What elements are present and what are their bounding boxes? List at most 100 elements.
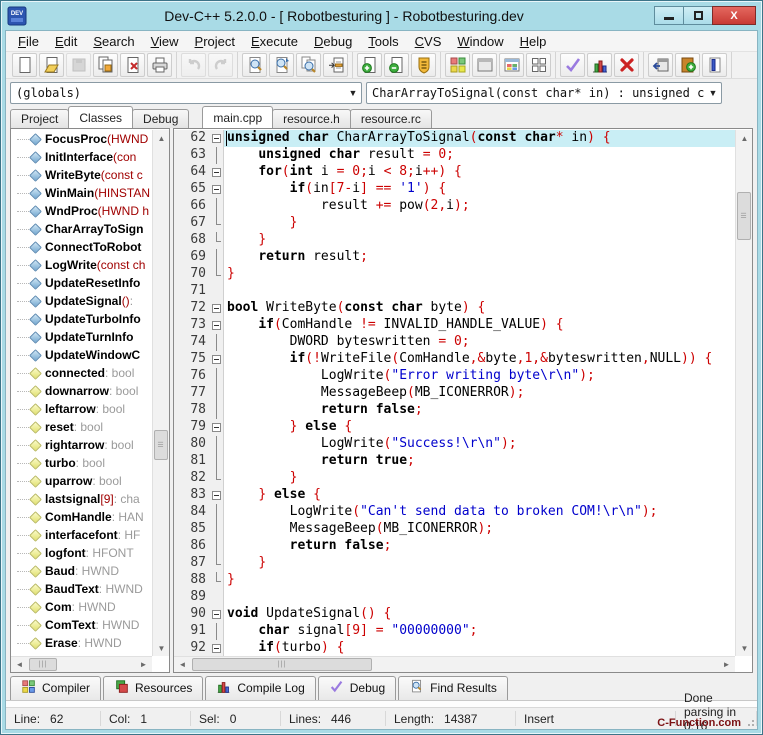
chevron-down-icon[interactable]: ▼ xyxy=(705,88,721,98)
fold-collapse-icon[interactable] xyxy=(210,317,224,334)
editor-vscroll-thumb[interactable]: ☰ xyxy=(737,192,751,240)
output-tab-resources[interactable]: Resources xyxy=(103,676,204,700)
code-line-90[interactable]: 90 void UpdateSignal() { xyxy=(174,606,735,623)
tree-item[interactable]: UpdateWindowC xyxy=(17,346,152,364)
tree-item[interactable]: uparrow : bool xyxy=(17,472,152,490)
code-line-85[interactable]: 85 MessageBeep(MB_ICONERROR); xyxy=(174,521,735,538)
window-prev-button[interactable] xyxy=(648,53,673,77)
compile-run-button[interactable] xyxy=(499,53,524,77)
tree-item[interactable]: ConnectToRobot xyxy=(17,238,152,256)
file-tab-main-cpp[interactable]: main.cpp xyxy=(202,106,274,128)
output-tab-compile-log[interactable]: Compile Log xyxy=(205,676,316,700)
file-tab-resource-h[interactable]: resource.h xyxy=(272,109,351,128)
save-all-button[interactable] xyxy=(93,53,118,77)
code-line-65[interactable]: 65 if(in[7-i] == '1') { xyxy=(174,181,735,198)
tree-item[interactable]: UpdateSignal () : xyxy=(17,292,152,310)
tree-item[interactable]: UpdateTurnInfo xyxy=(17,328,152,346)
code-line-92[interactable]: 92 if(turbo) { xyxy=(174,640,735,656)
new-source-button[interactable] xyxy=(357,53,382,77)
code-line-81[interactable]: 81 return true; xyxy=(174,453,735,470)
scroll-right-icon[interactable]: ► xyxy=(135,657,152,673)
code-line-64[interactable]: 64 for(int i = 0;i < 8;i++) { xyxy=(174,164,735,181)
code-line-69[interactable]: 69 return result; xyxy=(174,249,735,266)
editor-vertical-scrollbar[interactable]: ▲ ☰ ▼ xyxy=(735,130,752,656)
code-line-76[interactable]: 76 LogWrite("Error writing byte\r\n"); xyxy=(174,368,735,385)
code-line-77[interactable]: 77 MessageBeep(MB_ICONERROR); xyxy=(174,385,735,402)
compile-button[interactable] xyxy=(445,53,470,77)
profile-button[interactable] xyxy=(587,53,612,77)
tree-hscroll-thumb[interactable]: ||| xyxy=(29,658,57,671)
fold-collapse-icon[interactable] xyxy=(210,130,224,147)
tree-item[interactable]: WriteByte (const c xyxy=(17,166,152,184)
tree-item[interactable]: UpdateTurboInfo xyxy=(17,310,152,328)
abort-button[interactable] xyxy=(614,53,639,77)
code-line-71[interactable]: 71 xyxy=(174,283,735,300)
code-line-88[interactable]: 88} xyxy=(174,572,735,589)
fold-collapse-icon[interactable] xyxy=(210,606,224,623)
scroll-left-icon[interactable]: ◄ xyxy=(174,657,191,673)
add-file-button[interactable] xyxy=(675,53,700,77)
menu-file[interactable]: File xyxy=(10,32,47,51)
replace-button[interactable] xyxy=(269,53,294,77)
tree-vscroll-thumb[interactable]: ☰ xyxy=(154,429,168,460)
tree-item[interactable]: UpdateResetInfo xyxy=(17,274,152,292)
menu-project[interactable]: Project xyxy=(187,32,243,51)
tree-item[interactable]: WinMain (HINSTAN xyxy=(17,184,152,202)
editor-hscroll-thumb[interactable]: ||| xyxy=(192,658,372,671)
code-line-72[interactable]: 72 bool WriteByte(const char byte) { xyxy=(174,300,735,317)
code-line-78[interactable]: 78 return false; xyxy=(174,402,735,419)
tree-item[interactable]: downarrow : bool xyxy=(17,382,152,400)
tree-item[interactable]: LogWrite (const ch xyxy=(17,256,152,274)
editor-horizontal-scrollbar[interactable]: ◄ ||| ► xyxy=(174,656,735,672)
code-line-66[interactable]: 66 result += pow(2,i); xyxy=(174,198,735,215)
fold-collapse-icon[interactable] xyxy=(210,640,224,656)
scroll-down-icon[interactable]: ▼ xyxy=(736,640,752,656)
new-file-button[interactable] xyxy=(12,53,37,77)
tree-vertical-scrollbar[interactable]: ▲ ☰ ▼ xyxy=(152,130,169,656)
code-line-91[interactable]: 91 char signal[9] = "00000000"; xyxy=(174,623,735,640)
file-tab-resource-rc[interactable]: resource.rc xyxy=(349,109,432,128)
fold-collapse-icon[interactable] xyxy=(210,181,224,198)
fold-collapse-icon[interactable] xyxy=(210,300,224,317)
syntax-check-button[interactable] xyxy=(560,53,585,77)
fold-collapse-icon[interactable] xyxy=(210,351,224,368)
fold-collapse-icon[interactable] xyxy=(210,419,224,436)
code-line-75[interactable]: 75 if(!WriteFile(ComHandle,&byte,1,&byte… xyxy=(174,351,735,368)
close-file-button[interactable] xyxy=(120,53,145,77)
scroll-left-icon[interactable]: ◄ xyxy=(11,657,28,673)
menu-tools[interactable]: Tools xyxy=(360,32,406,51)
tree-item[interactable]: InitInterface (con xyxy=(17,148,152,166)
scroll-up-icon[interactable]: ▲ xyxy=(736,130,752,146)
code-line-79[interactable]: 79 } else { xyxy=(174,419,735,436)
tree-item[interactable]: Erase : HWND xyxy=(17,634,152,652)
tree-item[interactable]: CharArrayToSign xyxy=(17,220,152,238)
tree-item[interactable]: leftarrow : bool xyxy=(17,400,152,418)
remove-source-button[interactable] xyxy=(384,53,409,77)
tree-item[interactable]: ComHandle : HAN xyxy=(17,508,152,526)
scroll-up-icon[interactable]: ▲ xyxy=(153,130,169,146)
menu-execute[interactable]: Execute xyxy=(243,32,306,51)
find-in-files-button[interactable] xyxy=(296,53,321,77)
scroll-down-icon[interactable]: ▼ xyxy=(153,640,169,656)
menu-view[interactable]: View xyxy=(143,32,187,51)
code-line-62[interactable]: 62 unsigned char CharArrayToSignal(const … xyxy=(174,130,735,147)
tree-item[interactable]: WndProc (HWND h xyxy=(17,202,152,220)
find-button[interactable] xyxy=(242,53,267,77)
tree-item[interactable]: logfont : HFONT xyxy=(17,544,152,562)
output-tab-debug[interactable]: Debug xyxy=(317,676,397,700)
code-line-74[interactable]: 74 DWORD byteswritten = 0; xyxy=(174,334,735,351)
pause-button[interactable] xyxy=(702,53,727,77)
code-line-63[interactable]: 63 unsigned char result = 0; xyxy=(174,147,735,164)
code-editor[interactable]: 62 unsigned char CharArrayToSignal(const … xyxy=(174,130,735,656)
code-line-73[interactable]: 73 if(ComHandle != INVALID_HANDLE_VALUE)… xyxy=(174,317,735,334)
debug-shield-button[interactable] xyxy=(411,53,436,77)
menu-cvs[interactable]: CVS xyxy=(407,32,450,51)
run-button[interactable] xyxy=(472,53,497,77)
scope-combobox[interactable]: (globals) ▼ xyxy=(10,81,362,104)
tab-project[interactable]: Project xyxy=(10,109,70,128)
tab-classes[interactable]: Classes xyxy=(68,106,134,128)
rebuild-button[interactable] xyxy=(526,53,551,77)
code-line-82[interactable]: 82 } xyxy=(174,470,735,487)
tree-item[interactable]: ComText : HWND xyxy=(17,616,152,634)
close-button[interactable]: X xyxy=(712,6,756,25)
